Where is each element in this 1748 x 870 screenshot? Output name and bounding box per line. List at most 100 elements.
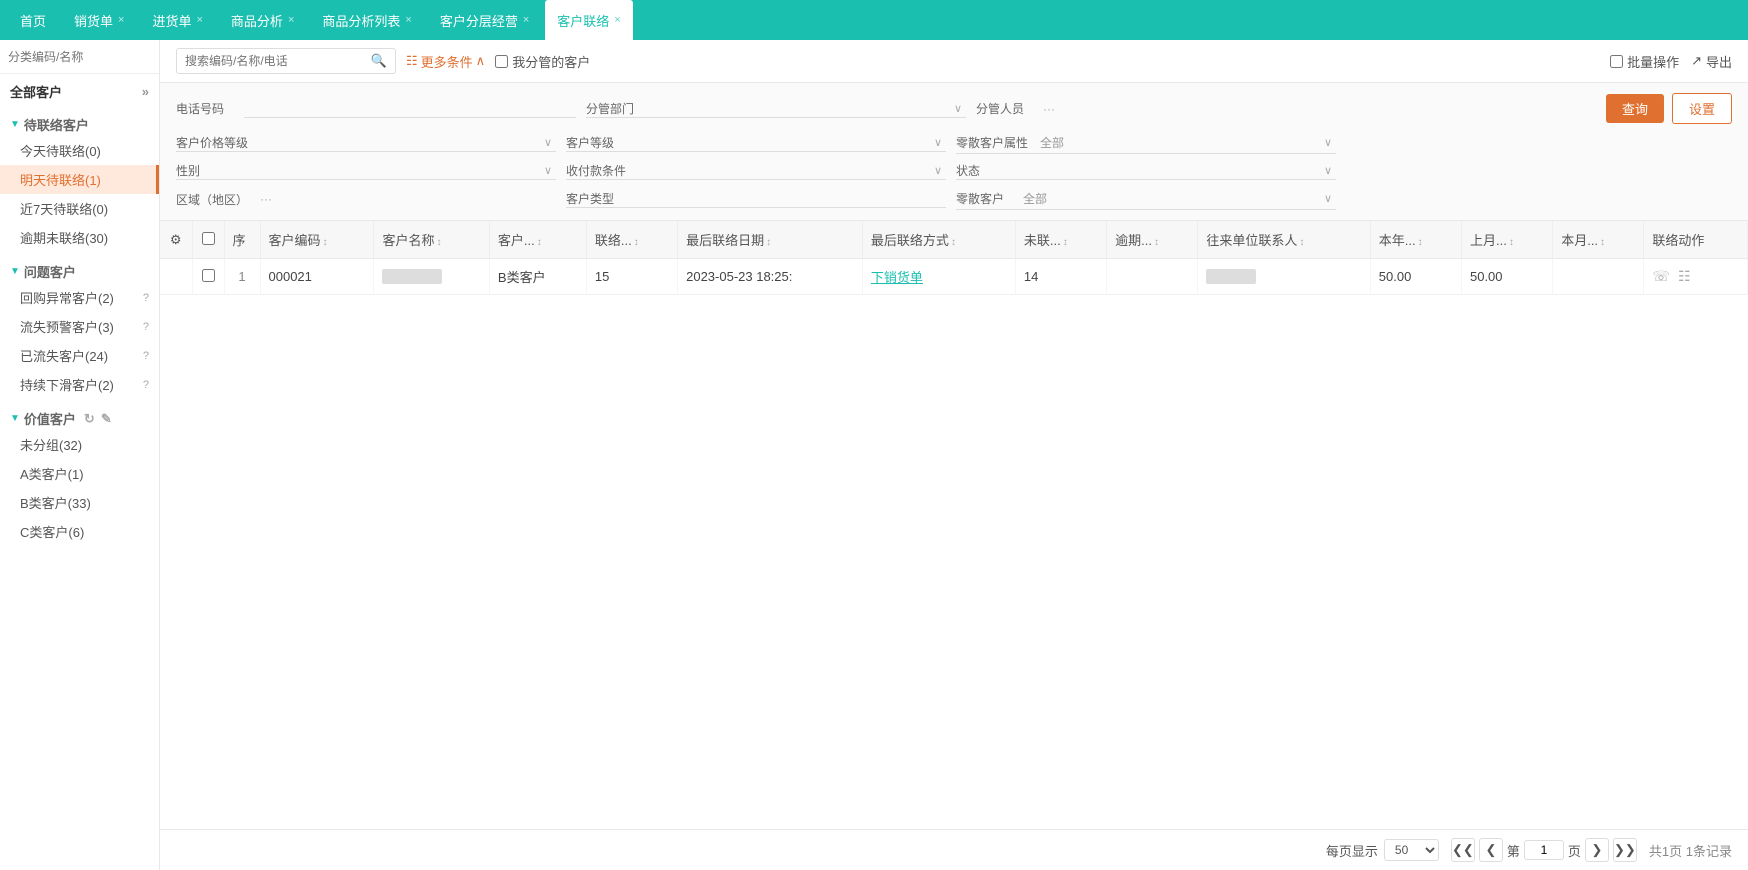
th-gear[interactable]: ⚙: [160, 221, 192, 259]
th-overdue[interactable]: 逾期...↕: [1107, 221, 1198, 259]
sidebar-category-value[interactable]: ▼ 价值客户 ↻ ✎: [0, 405, 159, 430]
customer-type-select[interactable]: [629, 197, 946, 201]
call-icon[interactable]: ☏: [1652, 268, 1670, 285]
main-search-icon[interactable]: 🔍: [371, 53, 387, 69]
refresh-icon[interactable]: ↻: [84, 411, 95, 427]
retail-attr-chevron-down-icon: ∨: [1324, 136, 1332, 149]
th-contact-person[interactable]: 往来单位联系人↕: [1198, 221, 1370, 259]
next-page-btn[interactable]: ❯: [1585, 838, 1609, 862]
value-level-select[interactable]: ∨: [256, 134, 556, 151]
toolbar: 🔍 ☷ 更多条件 ∧ 我分管的客户 批量操作 ↗ 导出: [160, 40, 1748, 83]
sidebar-item-unclassified[interactable]: 未分组(32): [0, 430, 159, 459]
batch-ops-btn[interactable]: 批量操作: [1610, 52, 1679, 71]
nav-product-analysis[interactable]: 商品分析 ×: [219, 0, 306, 40]
row-select-checkbox[interactable]: [202, 269, 215, 282]
sidebar-item-churn-warning[interactable]: 流失预警客户(3) ?: [0, 312, 159, 341]
nav-product-analysis-list[interactable]: 商品分析列表 ×: [310, 0, 423, 40]
filter-manager: 分管人员 ···: [976, 100, 1326, 117]
nav-customer-tiering[interactable]: 客户分层经营 ×: [428, 0, 541, 40]
th-seq: 序: [224, 221, 260, 259]
sidebar-search-input[interactable]: [8, 50, 160, 64]
retail-customer-chevron-down-icon: ∨: [1324, 192, 1332, 205]
sidebar-item-7days[interactable]: 近7天待联络(0): [0, 194, 159, 223]
gender-select[interactable]: ∨: [244, 162, 556, 179]
sidebar-item-overdue[interactable]: 逾期未联络(30): [0, 223, 159, 252]
close-product-analysis-tab[interactable]: ×: [288, 14, 294, 26]
nav-customer-contact[interactable]: 客户联络 ×: [545, 0, 632, 40]
sidebar-item-repurchase-abnormal[interactable]: 回购异常客户(2) ?: [0, 283, 159, 312]
help-icon-2: ?: [143, 321, 149, 333]
th-checkbox: [192, 221, 224, 259]
th-code[interactable]: 客户编码↕: [260, 221, 374, 259]
toolbar-right: 批量操作 ↗ 导出: [1610, 52, 1732, 71]
th-last-month[interactable]: 上月...↕: [1461, 221, 1552, 259]
filter-row-4: 区域（地区） ··· 客户类型 零散客户 全部 ∨: [176, 188, 1732, 210]
sidebar-category-pending[interactable]: ▼ 待联络客户: [0, 111, 159, 136]
row-code: 000021: [260, 259, 374, 295]
sidebar-item-today[interactable]: 今天待联络(0): [0, 136, 159, 165]
last-page-btn[interactable]: ❯❯: [1613, 838, 1637, 862]
retail-attr-select[interactable]: 全部 ∨: [1036, 132, 1336, 153]
close-product-analysis-list-tab[interactable]: ×: [405, 14, 411, 26]
page-size-select[interactable]: 10 20 50 100: [1384, 839, 1439, 861]
sidebar-item-class-c[interactable]: C类客户(6): [0, 517, 159, 546]
filter-row-2: 客户价格等级 ∨ 客户等级 ∨ 零散客户属性 全部: [176, 132, 1732, 154]
th-this-month[interactable]: 本月...↕: [1553, 221, 1644, 259]
th-no-contact[interactable]: 未联...↕: [1015, 221, 1106, 259]
payment-select[interactable]: ∨: [634, 162, 946, 179]
batch-checkbox[interactable]: [1610, 55, 1623, 68]
nav-home[interactable]: 首页: [8, 0, 58, 40]
top-navigation: 首页 销货单 × 进货单 × 商品分析 × 商品分析列表 × 客户分层经营 × …: [0, 0, 1748, 40]
grid-icon[interactable]: ☷: [1678, 268, 1691, 285]
first-page-btn[interactable]: ❮❮: [1451, 838, 1475, 862]
my-customers-checkbox-label[interactable]: 我分管的客户: [495, 52, 590, 71]
sidebar-item-tomorrow[interactable]: 明天待联络(1): [0, 165, 159, 194]
edit-icon[interactable]: ✎: [101, 411, 112, 427]
query-btn[interactable]: 查询: [1606, 94, 1664, 123]
dept-select[interactable]: ∨: [649, 100, 966, 117]
main-search-input[interactable]: [185, 54, 371, 68]
th-type[interactable]: 客户...↕: [489, 221, 586, 259]
status-select[interactable]: ∨: [1024, 162, 1336, 179]
last-contact-link[interactable]: 下销货单: [871, 270, 923, 285]
customer-level-select[interactable]: ∨: [629, 134, 946, 151]
th-this-year[interactable]: 本年...↕: [1370, 221, 1461, 259]
manager-dots[interactable]: ···: [1043, 102, 1055, 116]
th-last-contact-method[interactable]: 最后联络方式↕: [862, 221, 1015, 259]
sidebar-item-class-a[interactable]: A类客户(1): [0, 459, 159, 488]
sidebar-item-class-b[interactable]: B类客户(33): [0, 488, 159, 517]
collapse-icon[interactable]: »: [142, 84, 149, 99]
phone-input[interactable]: [244, 99, 576, 118]
row-contact: 15: [586, 259, 677, 295]
row-no-contact: 14: [1015, 259, 1106, 295]
sidebar: 🔍 全部客户 » ▼ 待联络客户 今天待联络(0) 明天待联络(1) 近7天待联…: [0, 40, 160, 870]
th-last-contact-date[interactable]: 最后联络日期↕: [678, 221, 863, 259]
table-row: 1 000021 Ea B类客户 15 2023-05-23 18:25: 下销…: [160, 259, 1748, 295]
retail-customer-select[interactable]: 全部 ∨: [1019, 188, 1336, 209]
filter-actions: 查询 设置: [1606, 93, 1732, 124]
customer-table: ⚙ 序 客户编码↕ 客户名称↕ 客户...↕ 联络...↕ 最后联络日期↕ 最后…: [160, 221, 1748, 295]
nav-sales[interactable]: 销货单 ×: [62, 0, 136, 40]
set-btn[interactable]: 设置: [1672, 93, 1732, 124]
more-conditions-btn[interactable]: ☷ 更多条件 ∧: [406, 52, 485, 71]
export-btn[interactable]: ↗ 导出: [1691, 52, 1732, 71]
close-sales-tab[interactable]: ×: [118, 14, 124, 26]
close-purchase-tab[interactable]: ×: [196, 14, 202, 26]
area-dots[interactable]: ···: [260, 192, 272, 206]
filter-payment: 收付款条件 ∨: [566, 162, 946, 180]
row-name: Ea: [374, 259, 489, 295]
close-customer-contact-tab[interactable]: ×: [614, 14, 620, 26]
my-customers-checkbox[interactable]: [495, 55, 508, 68]
close-customer-tiering-tab[interactable]: ×: [523, 14, 529, 26]
sidebar-item-churned[interactable]: 已流失客户(24) ?: [0, 341, 159, 370]
sidebar-item-declining[interactable]: 持续下滑客户(2) ?: [0, 370, 159, 399]
prev-page-btn[interactable]: ❮: [1479, 838, 1503, 862]
row-type: B类客户: [489, 259, 586, 295]
nav-purchase[interactable]: 进货单 ×: [140, 0, 214, 40]
select-all-checkbox[interactable]: [202, 232, 215, 245]
th-contact[interactable]: 联络...↕: [586, 221, 677, 259]
filter-row-1: 电话号码 分管部门 ∨ 分管人员 ··· 查询 设置: [176, 93, 1732, 124]
th-name[interactable]: 客户名称↕: [374, 221, 489, 259]
page-number-input[interactable]: [1524, 840, 1564, 860]
sidebar-category-problem[interactable]: ▼ 问题客户: [0, 258, 159, 283]
